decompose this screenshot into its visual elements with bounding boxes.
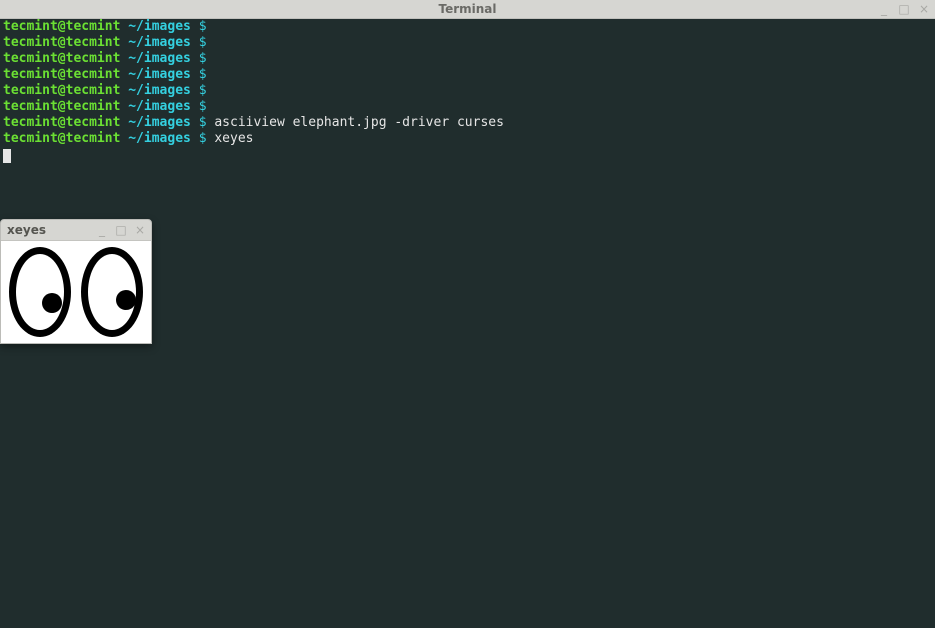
terminal-line: tecmint@tecmint ~/images $ [3,99,932,115]
xeyes-titlebar[interactable]: xeyes _ □ × [1,220,151,240]
xeyes-body [1,240,151,343]
minimize-button[interactable]: _ [95,223,109,237]
terminal-line: tecmint@tecmint ~/images $ [3,83,932,99]
maximize-button[interactable]: □ [897,2,911,16]
terminal-line: tecmint@tecmint ~/images $ [3,51,932,67]
xeyes-window[interactable]: xeyes _ □ × [0,219,152,344]
eye-left-icon [7,245,73,339]
eye-right-icon [79,245,145,339]
terminal-title: Terminal [438,2,496,16]
xeyes-window-controls: _ □ × [95,220,147,240]
close-button[interactable]: × [133,223,147,237]
terminal-line: tecmint@tecmint ~/images $ [3,67,932,83]
terminal-cursor-line [3,147,932,163]
terminal-line: tecmint@tecmint ~/images $ [3,35,932,51]
minimize-button[interactable]: _ [877,2,891,16]
terminal-line: tecmint@tecmint ~/images $ [3,19,932,35]
xeyes-title: xeyes [7,223,46,237]
close-button[interactable]: × [917,2,931,16]
terminal-titlebar[interactable]: Terminal _ □ × [0,0,935,19]
terminal-line: tecmint@tecmint ~/images $ asciiview ele… [3,115,932,131]
terminal-window-controls: _ □ × [877,0,931,18]
maximize-button[interactable]: □ [114,223,128,237]
cursor-icon [3,149,11,163]
terminal-line: tecmint@tecmint ~/images $ xeyes [3,131,932,147]
